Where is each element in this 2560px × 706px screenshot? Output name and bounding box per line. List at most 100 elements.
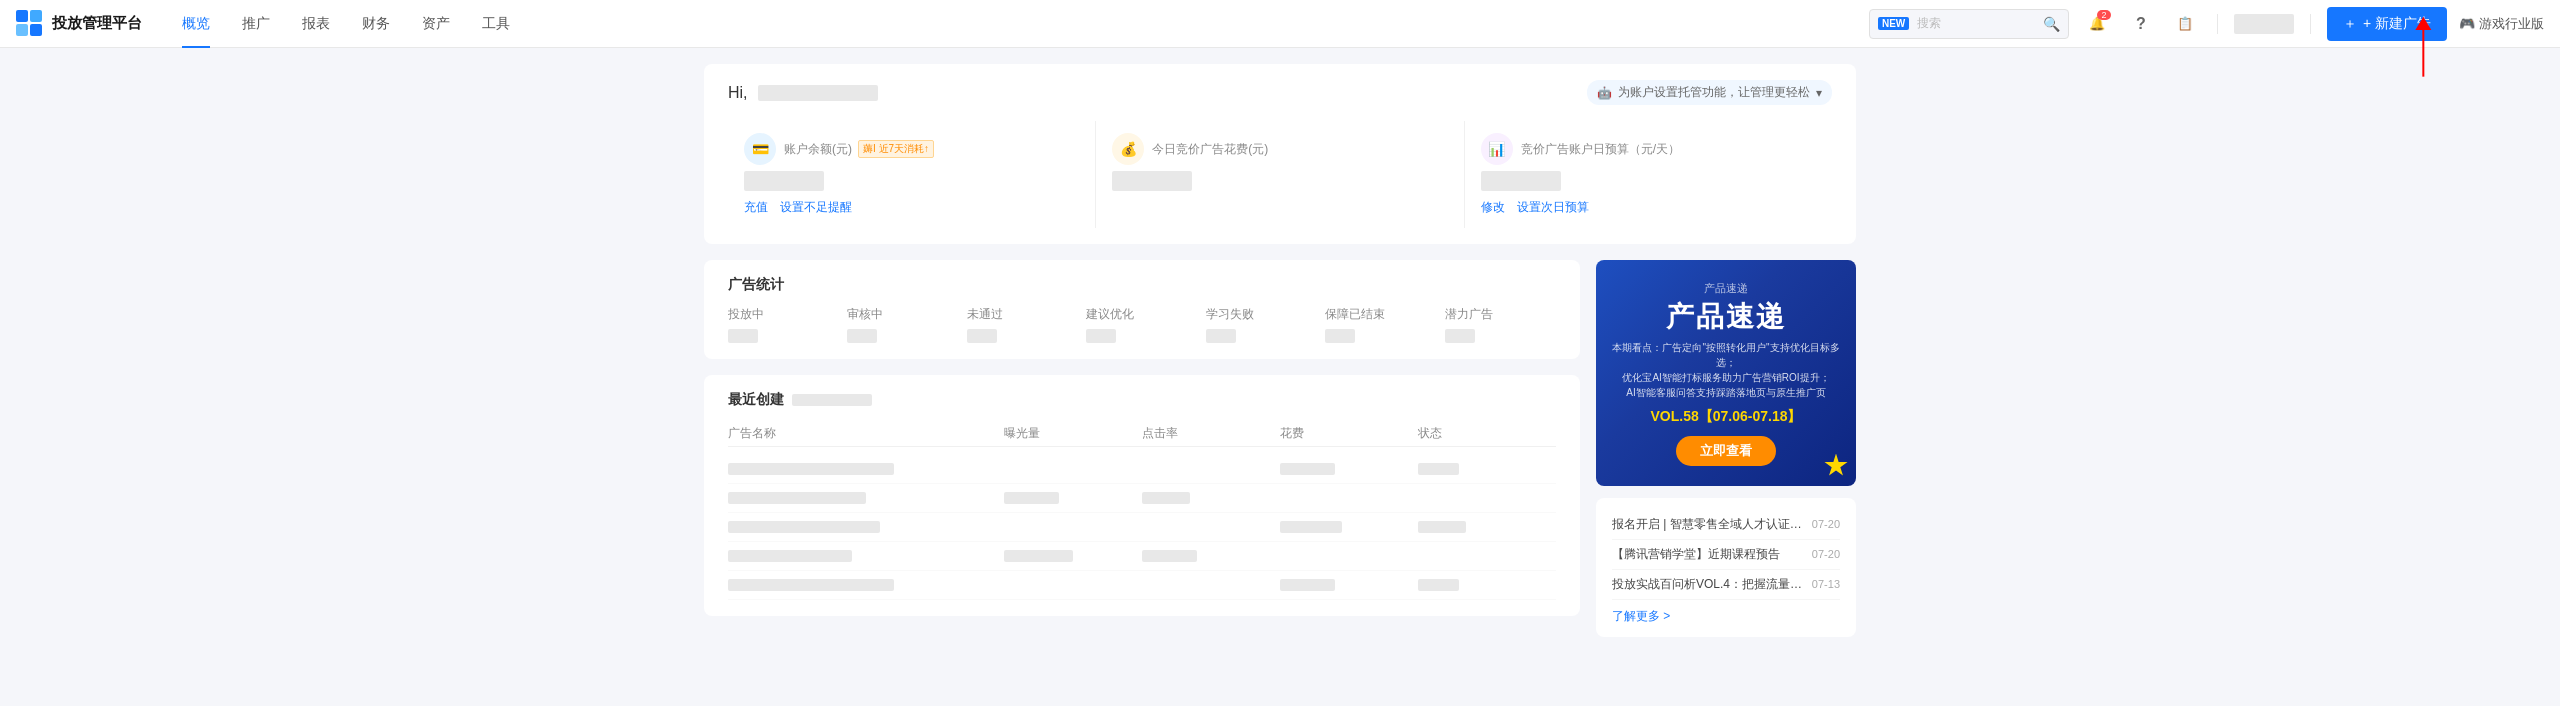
balance-actions: 充值 设置不足提醒 — [744, 199, 1079, 216]
nav-search-bar[interactable]: NEW 搜索 🔍 — [1869, 9, 2069, 39]
new-ad-button[interactable]: ＋ + 新建广告 — [2327, 7, 2447, 41]
news-date-1: 07-20 — [1812, 518, 1840, 530]
question-icon-btn[interactable]: ? — [2125, 8, 2157, 40]
search-placeholder: 搜索 — [1917, 15, 1941, 32]
left-panel: 广告统计 投放中 审核中 未通过 建议优化 — [704, 260, 1580, 637]
bell-icon-btn[interactable]: 🔔 2 — [2081, 8, 2113, 40]
question-icon: ? — [2136, 15, 2146, 33]
recharge-link[interactable]: 充值 — [744, 199, 768, 216]
nav-right: NEW 搜索 🔍 🔔 2 ? 📋 ＋ + 新建广告 🎮 游戏行业版 — [1869, 7, 2544, 41]
news-date-3: 07-13 — [1812, 578, 1840, 590]
docs-icon-btn[interactable]: 📋 — [2169, 8, 2201, 40]
ad-stat-ended: 保障已结束 — [1317, 306, 1436, 343]
nav-tab-finance[interactable]: 财务 — [346, 0, 406, 48]
spend-value — [1112, 171, 1192, 191]
search-icon: 🔍 — [2043, 16, 2060, 32]
cell-cost-1 — [1280, 463, 1335, 475]
nav-tab-overview[interactable]: 概览 — [166, 0, 226, 48]
hi-greeting: Hi, — [728, 84, 878, 102]
promo-vol: VOL.58【07.06-07.18】 — [1612, 408, 1840, 426]
ai-icon: 🤖 — [1597, 86, 1612, 100]
game-industry-label: 游戏行业版 — [2479, 15, 2544, 33]
ad-stats-card: 广告统计 投放中 审核中 未通过 建议优化 — [704, 260, 1580, 359]
recent-header: 最近创建 — [728, 391, 1556, 409]
today-spend-card: 💰 今日竞价广告花费(元) — [1096, 121, 1464, 228]
cell-name-5 — [728, 579, 894, 591]
spend-actions-placeholder — [1112, 199, 1447, 213]
ad-stat-val-ended — [1325, 329, 1355, 343]
balance-label-group: 账户余额(元) 薅I 近7天消耗↑ — [784, 140, 934, 158]
table-row — [728, 455, 1556, 484]
cell-cost-3 — [1280, 521, 1342, 533]
main-content: Hi, 🤖 为账户设置托管功能，让管理更轻松 ▾ 💳 账户余额(元) — [680, 48, 1880, 653]
table-header: 广告名称 曝光量 点击率 花费 状态 — [728, 421, 1556, 447]
ad-stats-grid: 投放中 审核中 未通过 建议优化 — [728, 306, 1556, 343]
promo-subtitle: 本期看点：广告定向"按照转化用户"支持优化目标多选； 优化宝AI智能打标服务助力… — [1612, 340, 1840, 400]
nav-tab-report[interactable]: 报表 — [286, 0, 346, 48]
set-daily-link[interactable]: 设置次日预算 — [1517, 199, 1589, 216]
svg-rect-2 — [16, 24, 28, 36]
budget-actions: 修改 设置次日预算 — [1481, 199, 1816, 216]
budget-value — [1481, 171, 1561, 191]
news-date-2: 07-20 — [1812, 548, 1840, 560]
news-item-2: 【腾讯营销学堂】近期课程预告 07-20 — [1612, 540, 1840, 570]
promo-cta-btn[interactable]: 立即查看 — [1676, 436, 1776, 466]
nav-tab-tools[interactable]: 工具 — [466, 0, 526, 48]
budget-header: 📊 竞价广告账户日预算（元/天） — [1481, 133, 1816, 165]
ad-stat-optimize: 建议优化 — [1078, 306, 1197, 343]
daily-budget-card: 📊 竞价广告账户日预算（元/天） 修改 设置次日预算 — [1465, 121, 1832, 228]
user-avatar[interactable] — [2234, 14, 2294, 34]
news-more-link[interactable]: 了解更多 > — [1612, 608, 1840, 625]
ai-expand-icon: ▾ — [1816, 86, 1822, 100]
plus-icon: ＋ — [2343, 15, 2357, 33]
set-reminder-link[interactable]: 设置不足提醒 — [780, 199, 852, 216]
nav-tab-assets[interactable]: 资产 — [406, 0, 466, 48]
news-text-3: 投放实战百问析VOL.4：把握流量蓝海，聚焦视... — [1612, 576, 1804, 593]
svg-rect-1 — [30, 10, 42, 22]
ad-stat-potential: 潜力广告 — [1437, 306, 1556, 343]
recent-creations-card: 最近创建 广告名称 曝光量 点击率 花费 状态 — [704, 375, 1580, 616]
ad-stat-val-learning — [1206, 329, 1236, 343]
svg-rect-0 — [16, 10, 28, 22]
ai-assistant-btn[interactable]: 🤖 为账户设置托管功能，让管理更轻松 ▾ — [1587, 80, 1832, 105]
cell-name-4 — [728, 550, 852, 562]
cell-status-3 — [1418, 521, 1466, 533]
hi-row: Hi, 🤖 为账户设置托管功能，让管理更轻松 ▾ — [728, 80, 1832, 105]
promo-title: 产品速递 — [1612, 300, 1840, 334]
modify-link[interactable]: 修改 — [1481, 199, 1505, 216]
promo-star-decoration — [1824, 454, 1848, 478]
budget-icon: 📊 — [1481, 133, 1513, 165]
hi-section: Hi, 🤖 为账户设置托管功能，让管理更轻松 ▾ 💳 账户余额(元) — [704, 64, 1856, 244]
promo-label: 产品速递 — [1704, 282, 1748, 294]
ad-stat-rejected: 未通过 — [959, 306, 1078, 343]
news-list: 报名开启 | 智慧零售全域人才认证计划新增"全... 07-20 【腾讯营销学堂… — [1596, 498, 1856, 637]
nav-divider-2 — [2310, 14, 2311, 34]
ad-stat-val-running — [728, 329, 758, 343]
spend-label: 今日竞价广告花费(元) — [1152, 141, 1268, 158]
balance-icon: 💳 — [744, 133, 776, 165]
balance-label-row: 账户余额(元) 薅I 近7天消耗↑ — [784, 140, 934, 158]
col-impression: 曝光量 — [1004, 425, 1142, 442]
promo-header: 产品速递 — [1612, 280, 1840, 296]
user-name-placeholder — [758, 85, 878, 101]
table-row — [728, 542, 1556, 571]
ad-stat-val-optimize — [1086, 329, 1116, 343]
news-item-3: 投放实战百问析VOL.4：把握流量蓝海，聚焦视... 07-13 — [1612, 570, 1840, 600]
ad-stat-val-rejected — [967, 329, 997, 343]
game-industry-btn[interactable]: 🎮 游戏行业版 — [2459, 15, 2544, 33]
news-item-1: 报名开启 | 智慧零售全域人才认证计划新增"全... 07-20 — [1612, 510, 1840, 540]
ad-stat-learning: 学习失败 — [1198, 306, 1317, 343]
news-text-1: 报名开启 | 智慧零售全域人才认证计划新增"全... — [1612, 516, 1804, 533]
stats-row: 💳 账户余额(元) 薅I 近7天消耗↑ 充值 设置不足提醒 — [728, 121, 1832, 228]
top-nav: 投放管理平台 概览 推广 报表 财务 资产 工具 NEW 搜索 🔍 🔔 2 ? … — [0, 0, 2560, 48]
col-cost: 花费 — [1280, 425, 1418, 442]
cell-cost-5 — [1280, 579, 1335, 591]
cell-name-3 — [728, 521, 880, 533]
cell-ctr-2 — [1142, 492, 1190, 504]
logo-text: 投放管理平台 — [52, 14, 142, 33]
cell-imp-2 — [1004, 492, 1059, 504]
nav-tab-promote[interactable]: 推广 — [226, 0, 286, 48]
bottom-row: 广告统计 投放中 审核中 未通过 建议优化 — [704, 260, 1856, 637]
ad-stat-running: 投放中 — [728, 306, 839, 343]
account-balance-card: 💳 账户余额(元) 薅I 近7天消耗↑ 充值 设置不足提醒 — [728, 121, 1096, 228]
